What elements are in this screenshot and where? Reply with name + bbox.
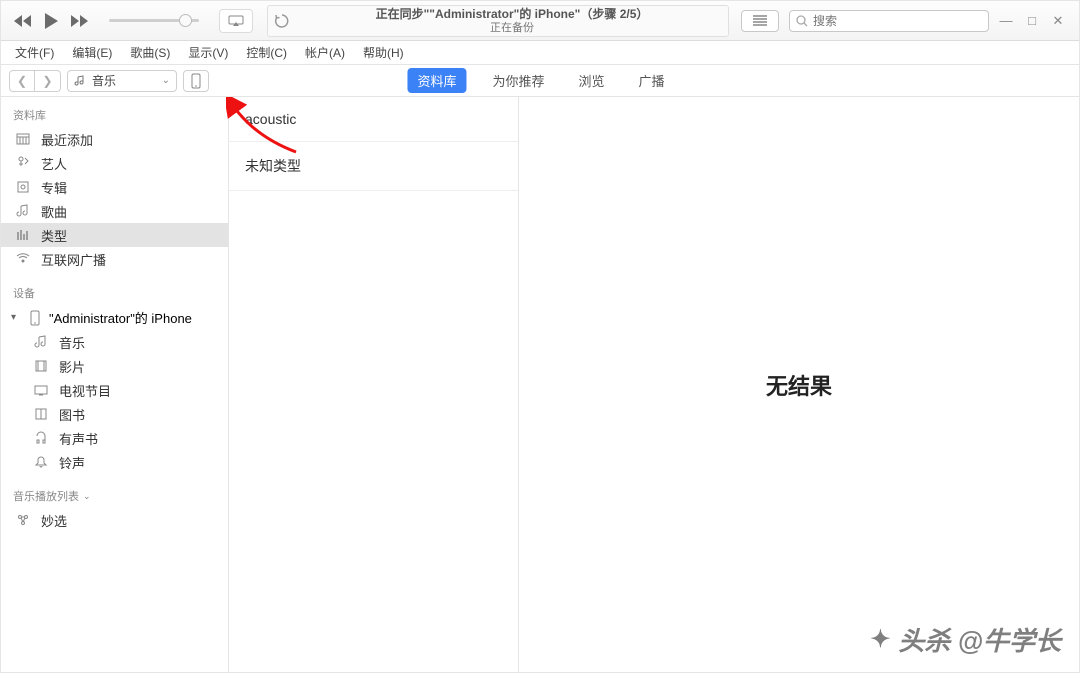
menu-account[interactable]: 帐户(A) bbox=[301, 42, 349, 63]
genre-item[interactable]: 未知类型 bbox=[229, 142, 518, 191]
sidebar-item-label: 艺人 bbox=[41, 154, 67, 173]
sidebar-device-header: 设备 bbox=[1, 271, 228, 305]
toolbar: ❮ ❯ 音乐 ⌄ 资料库 为你推荐 浏览 广播 bbox=[1, 65, 1079, 97]
album-icon bbox=[15, 180, 31, 194]
library-picker-label: 音乐 bbox=[92, 72, 116, 89]
menu-edit[interactable]: 编辑(E) bbox=[68, 42, 116, 63]
menu-bar: 文件(F) 编辑(E) 歌曲(S) 显示(V) 控制(C) 帐户(A) 帮助(H… bbox=[1, 41, 1079, 65]
sidebar-item-label: 互联网广播 bbox=[41, 250, 106, 269]
genre-icon bbox=[15, 228, 31, 242]
volume-slider[interactable] bbox=[109, 19, 199, 22]
sidebar-item-label: 类型 bbox=[41, 226, 67, 245]
sidebar-device-ringtone[interactable]: 铃声 bbox=[1, 450, 228, 474]
window-maximize[interactable]: □ bbox=[1025, 13, 1039, 28]
sidebar-item-internet-radio[interactable]: 互联网广播 bbox=[1, 247, 228, 271]
sidebar-item-label: 影片 bbox=[59, 357, 85, 376]
playback-controls bbox=[1, 9, 253, 33]
nav-forward[interactable]: ❯ bbox=[35, 70, 61, 92]
disclosure-triangle-icon[interactable]: ▾ bbox=[11, 312, 21, 323]
sidebar-device-movie[interactable]: 影片 bbox=[1, 354, 228, 378]
sidebar-item-album[interactable]: 专辑 bbox=[1, 175, 228, 199]
recent-icon bbox=[15, 132, 31, 146]
sidebar-genius[interactable]: 妙选 bbox=[1, 508, 228, 532]
book-icon bbox=[33, 407, 49, 421]
sidebar-item-label: 专辑 bbox=[41, 178, 67, 197]
menu-help[interactable]: 帮助(H) bbox=[359, 42, 408, 63]
search-input[interactable] bbox=[813, 14, 982, 28]
no-results-label: 无结果 bbox=[766, 369, 832, 401]
device-name: "Administrator"的 iPhone bbox=[49, 308, 192, 327]
radio-icon bbox=[15, 252, 31, 266]
status-display: 正在同步""Administrator"的 iPhone"（步骤 2/5） 正在… bbox=[267, 5, 729, 37]
status-line1: 正在同步""Administrator"的 iPhone"（步骤 2/5） bbox=[296, 7, 728, 21]
player-bar: 正在同步""Administrator"的 iPhone"（步骤 2/5） 正在… bbox=[1, 1, 1079, 41]
window-close[interactable]: ✕ bbox=[1051, 13, 1065, 29]
sidebar-item-artist[interactable]: 艺人 bbox=[1, 151, 228, 175]
sidebar-item-label: 妙选 bbox=[41, 511, 67, 530]
sidebar-item-label: 铃声 bbox=[59, 453, 85, 472]
tab-library[interactable]: 资料库 bbox=[407, 68, 466, 93]
watermark-text: 头杀 @牛学长 bbox=[898, 621, 1061, 658]
audiobook-icon bbox=[33, 431, 49, 445]
chevron-down-icon: ⌄ bbox=[83, 491, 91, 502]
play-button[interactable] bbox=[41, 11, 61, 31]
airplay-button[interactable] bbox=[219, 9, 253, 33]
next-button[interactable] bbox=[67, 14, 89, 28]
sidebar-item-label: 图书 bbox=[59, 405, 85, 424]
sidebar: 资料库 最近添加 艺人 专辑 歌曲 类型 bbox=[1, 97, 229, 672]
tv-icon bbox=[33, 383, 49, 397]
music-icon bbox=[33, 335, 49, 349]
menu-view[interactable]: 显示(V) bbox=[184, 42, 232, 63]
artist-icon bbox=[15, 156, 31, 170]
sidebar-playlist-header[interactable]: 音乐播放列表 ⌄ bbox=[1, 474, 228, 508]
sidebar-item-label: 有声书 bbox=[59, 429, 98, 448]
genre-item[interactable]: acoustic bbox=[229, 97, 518, 142]
results-panel: 无结果 bbox=[519, 97, 1079, 672]
watermark-logo-icon: ✦ bbox=[870, 625, 890, 654]
genius-icon bbox=[15, 513, 31, 527]
main-tabs: 资料库 为你推荐 浏览 广播 bbox=[407, 68, 672, 93]
sidebar-item-label: 最近添加 bbox=[41, 130, 93, 149]
chevron-updown-icon: ⌄ bbox=[162, 75, 170, 86]
search-icon bbox=[796, 15, 808, 27]
prev-button[interactable] bbox=[13, 14, 35, 28]
device-button[interactable] bbox=[183, 70, 209, 92]
nav-back[interactable]: ❮ bbox=[9, 70, 35, 92]
sync-spinner-icon bbox=[268, 5, 296, 37]
movie-icon bbox=[33, 359, 49, 373]
watermark: ✦ 头杀 @牛学长 bbox=[870, 621, 1061, 658]
ringtone-icon bbox=[33, 455, 49, 469]
song-icon bbox=[15, 204, 31, 218]
tab-radio[interactable]: 广播 bbox=[631, 69, 673, 92]
status-line2: 正在备份 bbox=[296, 21, 728, 35]
sidebar-item-label: 歌曲 bbox=[41, 202, 67, 221]
sidebar-item-song[interactable]: 歌曲 bbox=[1, 199, 228, 223]
list-view-button[interactable] bbox=[741, 10, 779, 32]
tab-browse[interactable]: 浏览 bbox=[571, 69, 613, 92]
menu-control[interactable]: 控制(C) bbox=[242, 42, 291, 63]
sidebar-device-music[interactable]: 音乐 bbox=[1, 330, 228, 354]
iphone-icon bbox=[27, 310, 43, 326]
genre-list: acoustic 未知类型 bbox=[229, 97, 519, 672]
menu-file[interactable]: 文件(F) bbox=[11, 42, 58, 63]
sidebar-device[interactable]: ▾ "Administrator"的 iPhone bbox=[1, 305, 228, 330]
sidebar-item-recent[interactable]: 最近添加 bbox=[1, 127, 228, 151]
music-note-icon bbox=[74, 75, 86, 87]
search-box[interactable] bbox=[789, 10, 989, 32]
tab-for-you[interactable]: 为你推荐 bbox=[484, 69, 552, 92]
menu-song[interactable]: 歌曲(S) bbox=[126, 42, 174, 63]
sidebar-item-genre[interactable]: 类型 bbox=[1, 223, 228, 247]
window-minimize[interactable]: — bbox=[999, 13, 1013, 28]
sidebar-device-tv[interactable]: 电视节目 bbox=[1, 378, 228, 402]
sidebar-library-header: 资料库 bbox=[1, 97, 228, 127]
sidebar-device-book[interactable]: 图书 bbox=[1, 402, 228, 426]
library-picker[interactable]: 音乐 ⌄ bbox=[67, 70, 177, 92]
sidebar-device-audiobook[interactable]: 有声书 bbox=[1, 426, 228, 450]
sidebar-item-label: 音乐 bbox=[59, 333, 85, 352]
sidebar-item-label: 电视节目 bbox=[59, 381, 111, 400]
